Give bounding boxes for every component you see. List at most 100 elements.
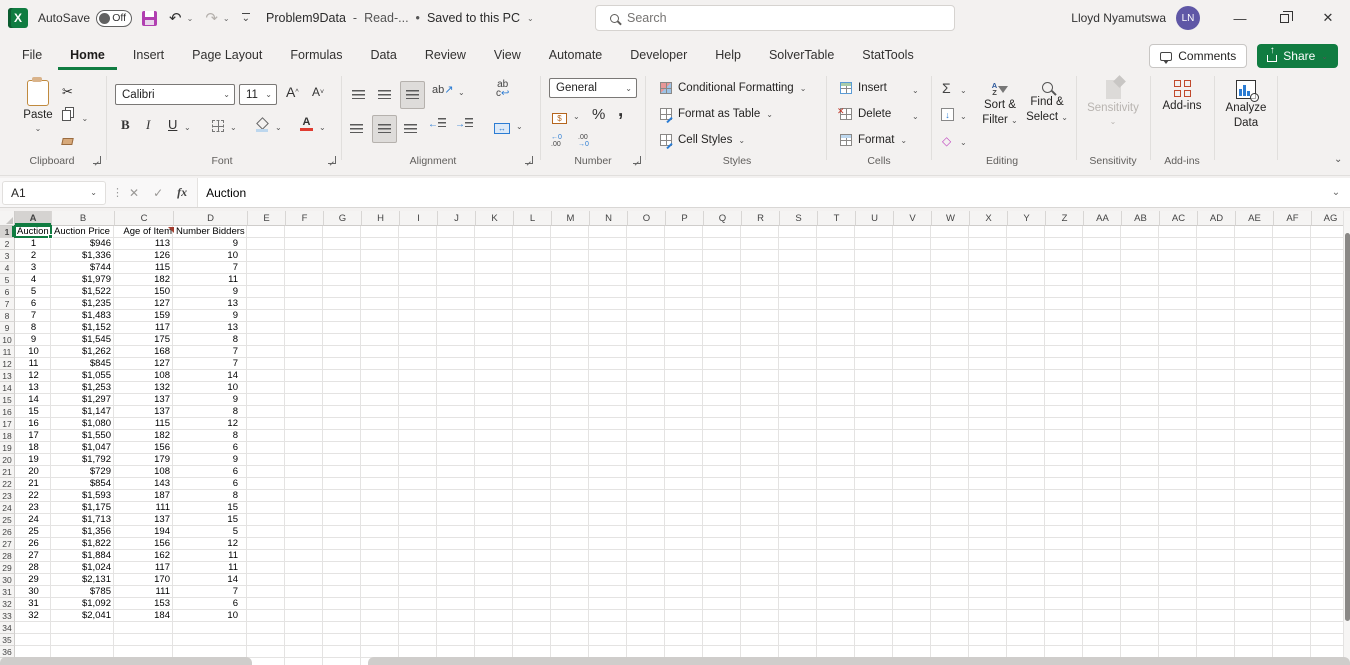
increase-font-button[interactable]: A ^ [286,84,299,100]
format-cells-button[interactable]: Format ⌄ [840,134,907,146]
cell[interactable]: 7 [174,358,238,370]
row-header-34[interactable]: 34 [0,622,15,634]
underline-chevron-icon[interactable]: ⌄ [184,123,191,132]
cell[interactable]: 10 [15,346,52,358]
cell[interactable]: 187 [115,490,170,502]
row-header-31[interactable]: 31 [0,586,15,598]
cell[interactable]: 8 [174,406,238,418]
save-icon[interactable] [142,10,158,26]
cell[interactable]: 13 [174,298,238,310]
cell[interactable]: 9 [174,310,238,322]
cell[interactable]: 115 [115,418,170,430]
column-header-B[interactable]: B [52,211,115,226]
cell[interactable]: $1,483 [52,310,111,322]
cell[interactable]: $1,152 [52,322,111,334]
column-header-C[interactable]: C [115,211,174,226]
search-input[interactable]: Search [595,5,955,31]
cell[interactable]: 11 [174,274,238,286]
row-header-23[interactable]: 23 [0,490,15,502]
tab-review[interactable]: Review [413,42,478,70]
cell[interactable]: 6 [15,298,52,310]
row-header-6[interactable]: 6 [0,286,15,298]
cell[interactable]: 7 [15,310,52,322]
addins-button[interactable]: Add-ins [1158,80,1206,112]
cell[interactable]: $1,522 [52,286,111,298]
column-header-X[interactable]: X [970,211,1008,226]
underline-button[interactable]: U [168,117,177,132]
tab-stattools[interactable]: StatTools [850,42,925,70]
row-header-22[interactable]: 22 [0,478,15,490]
font-dialog-launcher[interactable] [328,156,336,164]
cell[interactable]: 13 [174,322,238,334]
borders-chevron-icon[interactable]: ⌄ [230,123,237,132]
decrease-font-button[interactable]: A ˅ [312,85,324,99]
cell[interactable]: 6 [174,442,238,454]
font-family-select[interactable]: Calibri ⌄ [115,84,235,105]
column-header-AA[interactable]: AA [1084,211,1122,226]
cell[interactable]: $1,175 [52,502,111,514]
column-header-Z[interactable]: Z [1046,211,1084,226]
cell[interactable]: 10 [174,610,238,622]
cell[interactable]: 9 [174,238,238,250]
cell[interactable]: 12 [15,370,52,382]
cell[interactable]: 115 [115,262,170,274]
cell[interactable]: 26 [15,538,52,550]
cell[interactable]: 5 [174,526,238,538]
cell[interactable]: 15 [15,406,52,418]
cell[interactable]: 111 [115,586,170,598]
align-top-button[interactable] [352,86,365,104]
cell[interactable]: 184 [115,610,170,622]
cell[interactable]: $1,593 [52,490,111,502]
comment-indicator-icon[interactable] [168,227,174,233]
align-middle-button[interactable] [378,86,391,104]
row-header-12[interactable]: 12 [0,358,15,370]
column-header-M[interactable]: M [552,211,590,226]
tab-help[interactable]: Help [703,42,753,70]
cell[interactable]: $1,092 [52,598,111,610]
row-header-4[interactable]: 4 [0,262,15,274]
column-header-Q[interactable]: Q [704,211,742,226]
cell[interactable]: 127 [115,298,170,310]
cell[interactable]: 6 [174,598,238,610]
row-header-28[interactable]: 28 [0,550,15,562]
row-header-32[interactable]: 32 [0,598,15,610]
column-header-AD[interactable]: AD [1198,211,1236,226]
cell[interactable]: $1,356 [52,526,111,538]
format-painter-button[interactable] [61,132,74,150]
tab-solvertable[interactable]: SolverTable [757,42,846,70]
cell[interactable]: $1,792 [52,454,111,466]
cell[interactable]: 8 [174,430,238,442]
cell[interactable]: 15 [174,502,238,514]
cell[interactable]: 32 [15,610,52,622]
alignment-dialog-launcher[interactable] [525,156,533,164]
column-header-Y[interactable]: Y [1008,211,1046,226]
analyze-data-button[interactable]: Analyze Data [1220,80,1272,129]
cell[interactable]: 29 [15,574,52,586]
cell[interactable]: $785 [52,586,111,598]
column-header-F[interactable]: F [286,211,324,226]
cell[interactable]: 30 [15,586,52,598]
row-header-11[interactable]: 11 [0,346,15,358]
row-header-33[interactable]: 33 [0,610,15,622]
accounting-format-button[interactable]: $ [552,108,567,126]
row-header-7[interactable]: 7 [0,298,15,310]
copy-chevron-icon[interactable]: ⌄ [81,114,88,123]
column-header-G[interactable]: G [324,211,362,226]
row-header-15[interactable]: 15 [0,394,15,406]
cell[interactable]: 8 [174,490,238,502]
collapse-ribbon-icon[interactable]: ⌄ [1334,154,1342,165]
fill-handle[interactable] [48,234,53,239]
avatar[interactable]: LN [1176,6,1200,30]
cell[interactable]: $1,235 [52,298,111,310]
cell[interactable]: Age of Item [115,226,172,238]
column-header-D[interactable]: D [174,211,248,226]
row-header-20[interactable]: 20 [0,454,15,466]
undo-chevron-icon[interactable]: ⌄ [187,14,194,23]
cell[interactable]: 22 [15,490,52,502]
column-header-E[interactable]: E [248,211,286,226]
find-select-button[interactable]: Find & Select ⌄ [1024,82,1070,123]
cell[interactable]: $854 [52,478,111,490]
merge-center-button[interactable]: ↔ [494,118,510,136]
row-header-30[interactable]: 30 [0,574,15,586]
cell[interactable]: $729 [52,466,111,478]
